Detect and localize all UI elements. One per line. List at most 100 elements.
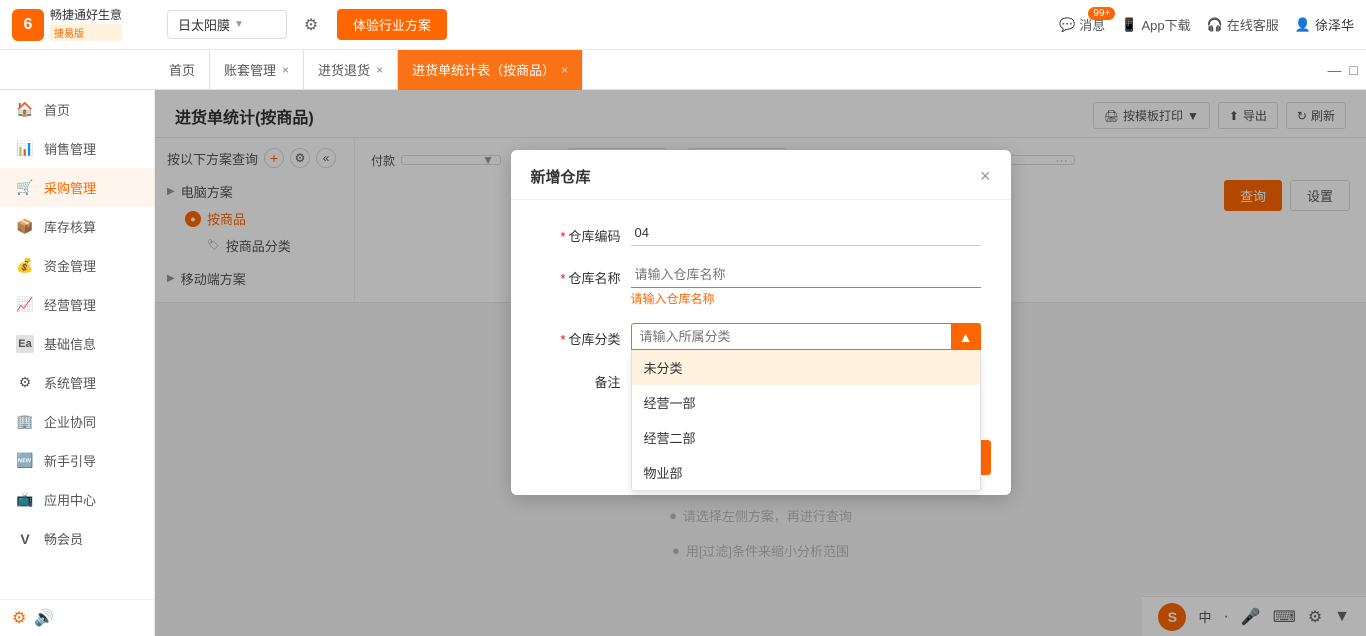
message-icon: 💬 bbox=[1059, 17, 1075, 33]
tab-controls: — □ bbox=[1328, 62, 1366, 78]
apps-icon: 📺 bbox=[16, 491, 34, 509]
warehouse-category-label: *仓库分类 bbox=[541, 323, 621, 348]
sidebar-item-sales[interactable]: 📊 销售管理 bbox=[0, 129, 154, 168]
warehouse-code-input[interactable] bbox=[631, 220, 981, 246]
home-tab-label: 首页 bbox=[169, 60, 195, 79]
tab-expand-icon[interactable]: □ bbox=[1350, 62, 1358, 78]
sidebar-settings-icon[interactable]: ⚙ bbox=[12, 608, 26, 628]
sidebar-label-system: 系统管理 bbox=[44, 373, 96, 392]
content-area: 进货单统计(按商品) 🖨 按模板打印 ▼ ⬆ 导出 ↻ 刷新 bbox=[155, 90, 1366, 636]
store-name: 日太阳膜 bbox=[178, 15, 230, 34]
app-download-icon: 📱 bbox=[1121, 17, 1137, 33]
basic-info-icon: Ea bbox=[16, 335, 34, 353]
sidebar-item-guide[interactable]: 🆕 新手引导 bbox=[0, 441, 154, 480]
sidebar-item-enterprise[interactable]: 🏢 企业协同 bbox=[0, 402, 154, 441]
sidebar-item-apps[interactable]: 📺 应用中心 bbox=[0, 480, 154, 519]
warehouse-dialog: 新增仓库 × *仓库编码 bbox=[511, 150, 1011, 495]
dropdown-item-property[interactable]: 物业部 bbox=[632, 455, 980, 490]
account-tab-label: 账套管理 bbox=[224, 60, 276, 79]
dialog-overlay: 新增仓库 × *仓库编码 bbox=[155, 90, 1366, 636]
dialog-header: 新增仓库 × bbox=[511, 150, 1011, 200]
sales-icon: 📊 bbox=[16, 140, 34, 158]
sidebar-label-enterprise: 企业协同 bbox=[44, 412, 96, 431]
sidebar-volume-icon[interactable]: 🔊 bbox=[34, 608, 54, 628]
purchase-stat-tab-close[interactable]: × bbox=[561, 63, 568, 77]
sidebar-label-basic: 基础信息 bbox=[44, 334, 96, 353]
warehouse-name-row: *仓库名称 请输入仓库名称 bbox=[541, 262, 981, 307]
sidebar-item-purchase[interactable]: 🛒 采购管理 bbox=[0, 168, 154, 207]
sidebar-label-finance: 资金管理 bbox=[44, 256, 96, 275]
sidebar-item-operations[interactable]: 📈 经营管理 bbox=[0, 285, 154, 324]
brand-name: 畅捷通好生意 bbox=[50, 8, 122, 24]
sidebar-item-system[interactable]: ⚙ 系统管理 bbox=[0, 363, 154, 402]
warehouse-name-error: 请输入仓库名称 bbox=[631, 290, 981, 307]
system-icon: ⚙ bbox=[16, 374, 34, 392]
category-dropdown: 未分类 经营一部 经营二部 物业部 bbox=[631, 350, 981, 491]
dropdown-item-ops2[interactable]: 经营二部 bbox=[632, 420, 980, 455]
tab-purchase-stat[interactable]: 进货单统计表（按商品） × bbox=[398, 50, 583, 90]
account-tab-close[interactable]: × bbox=[282, 63, 289, 77]
online-service-item[interactable]: 🎧 在线客服 bbox=[1207, 15, 1279, 34]
purchase-icon: 🛒 bbox=[16, 179, 34, 197]
main-layout: 🏠 首页 📊 销售管理 🛒 采购管理 📦 库存核算 💰 资金管理 📈 经营管理 … bbox=[0, 90, 1366, 636]
warehouse-name-field: 请输入仓库名称 bbox=[631, 262, 981, 307]
dialog-title: 新增仓库 bbox=[531, 166, 591, 187]
sidebar-item-member[interactable]: V 畅会员 bbox=[0, 519, 154, 558]
warehouse-category-field: ▲ 未分类 经营一部 经营二部 物业部 bbox=[631, 323, 981, 350]
trial-button[interactable]: 体验行业方案 bbox=[337, 9, 447, 40]
warehouse-name-input[interactable] bbox=[631, 262, 981, 288]
tab-purchase-return[interactable]: 进货退货 × bbox=[304, 50, 398, 90]
dialog-body: *仓库编码 *仓库名称 请输入仓库名称 bbox=[511, 200, 1011, 428]
tab-account[interactable]: 账套管理 × bbox=[210, 50, 304, 90]
sidebar-label-operations: 经营管理 bbox=[44, 295, 96, 314]
required-star-category: * bbox=[560, 332, 565, 347]
user-name: 徐泽华 bbox=[1315, 15, 1354, 34]
app-download-item[interactable]: 📱 App下载 bbox=[1121, 15, 1190, 34]
member-icon: V bbox=[16, 530, 34, 548]
online-service-label: 在线客服 bbox=[1227, 15, 1279, 34]
warehouse-code-label: *仓库编码 bbox=[541, 220, 621, 245]
dialog-close-button[interactable]: × bbox=[980, 166, 991, 187]
home-icon: 🏠 bbox=[16, 101, 34, 119]
dropdown-item-ops1[interactable]: 经营一部 bbox=[632, 385, 980, 420]
logo-area: 6 畅捷通好生意 捷易版 bbox=[12, 8, 167, 41]
warehouse-code-field bbox=[631, 220, 981, 246]
required-star-code: * bbox=[560, 229, 565, 244]
required-star-name: * bbox=[560, 271, 565, 286]
dropdown-item-uncategorized[interactable]: 未分类 bbox=[632, 350, 980, 385]
notes-label: 备注 bbox=[541, 366, 621, 391]
settings-icon[interactable]: ⚙ bbox=[295, 9, 327, 41]
inventory-icon: 📦 bbox=[16, 218, 34, 236]
sidebar-label-guide: 新手引导 bbox=[44, 451, 96, 470]
user-icon: 👤 bbox=[1295, 17, 1311, 33]
user-item[interactable]: 👤 徐泽华 bbox=[1295, 15, 1354, 34]
sidebar: 🏠 首页 📊 销售管理 🛒 采购管理 📦 库存核算 💰 资金管理 📈 经营管理 … bbox=[0, 90, 155, 636]
category-select-input[interactable] bbox=[631, 323, 981, 350]
sidebar-label-sales: 销售管理 bbox=[44, 139, 96, 158]
sidebar-item-basic[interactable]: Ea 基础信息 bbox=[0, 324, 154, 363]
message-badge: 99+ bbox=[1088, 7, 1115, 20]
sidebar-item-inventory[interactable]: 📦 库存核算 bbox=[0, 207, 154, 246]
sidebar-label-home: 首页 bbox=[44, 100, 70, 119]
enterprise-icon: 🏢 bbox=[16, 413, 34, 431]
app-download-label: App下载 bbox=[1141, 15, 1190, 34]
purchase-return-tab-label: 进货退货 bbox=[318, 60, 370, 79]
sidebar-label-apps: 应用中心 bbox=[44, 490, 96, 509]
category-select-wrap: ▲ 未分类 经营一部 经营二部 物业部 bbox=[631, 323, 981, 350]
tab-minimize-icon[interactable]: — bbox=[1328, 62, 1342, 78]
sidebar-item-finance[interactable]: 💰 资金管理 bbox=[0, 246, 154, 285]
category-dropdown-arrow[interactable]: ▲ bbox=[951, 323, 981, 350]
sidebar-label-purchase: 采购管理 bbox=[44, 178, 96, 197]
warehouse-code-row: *仓库编码 bbox=[541, 220, 981, 246]
sidebar-item-home[interactable]: 🏠 首页 bbox=[0, 90, 154, 129]
tab-home[interactable]: 首页 bbox=[155, 50, 210, 90]
finance-icon: 💰 bbox=[16, 257, 34, 275]
top-right-area: 💬 消息 99+ 📱 App下载 🎧 在线客服 👤 徐泽华 bbox=[1059, 15, 1354, 34]
store-selector-arrow: ▼ bbox=[234, 19, 244, 30]
purchase-return-tab-close[interactable]: × bbox=[376, 63, 383, 77]
top-bar: 6 畅捷通好生意 捷易版 日太阳膜 ▼ ⚙ 体验行业方案 💬 消息 99+ 📱 … bbox=[0, 0, 1366, 50]
store-selector[interactable]: 日太阳膜 ▼ bbox=[167, 10, 287, 39]
message-item[interactable]: 💬 消息 99+ bbox=[1059, 15, 1105, 34]
tab-bar: 首页 账套管理 × 进货退货 × 进货单统计表（按商品） × — □ bbox=[0, 50, 1366, 90]
warehouse-name-label: *仓库名称 bbox=[541, 262, 621, 287]
